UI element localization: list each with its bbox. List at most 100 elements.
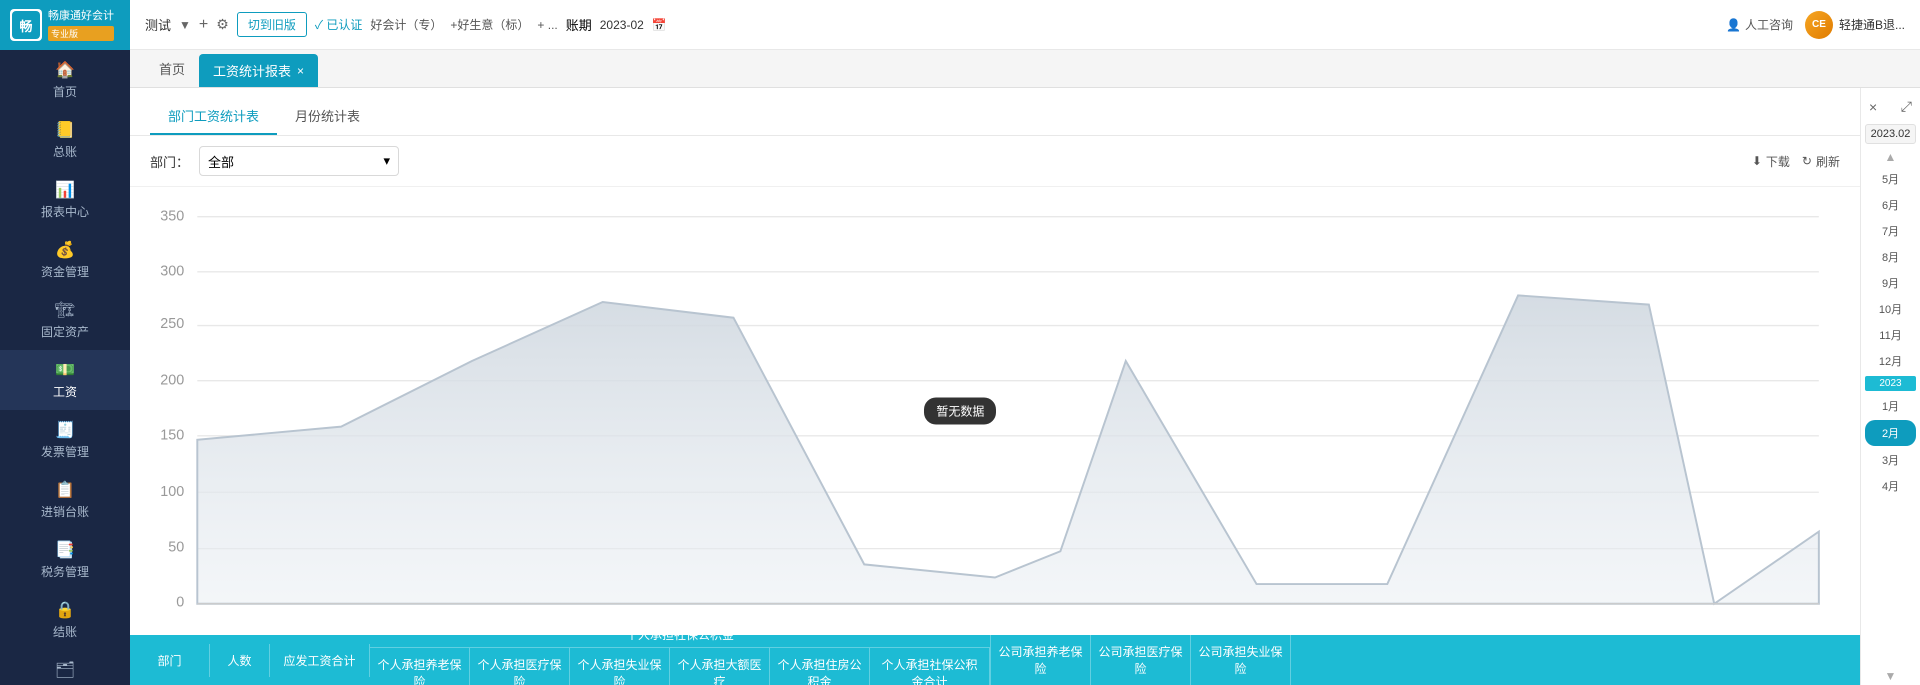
dept-select-value: 全部 [208,152,234,171]
tab-home[interactable]: 首页 [145,52,199,87]
refresh-icon: ↻ [1802,154,1812,168]
sidebar-item-label-funds: 资金管理 [41,263,89,280]
chart-svg: 350 300 250 200 150 100 50 0 [145,197,1845,630]
col-total-salary: 应发工资合计 [270,644,370,677]
dept-dropdown-icon: ▾ [383,153,390,169]
sidebar-item-label-sales: 进销台账 [41,503,89,520]
month-nav-up[interactable]: ▲ [1861,148,1920,166]
month-5[interactable]: 5月 [1861,166,1920,192]
page-content: 部门工资统计表 月份统计表 部门： 全部 ▾ ⬇ 下载 ↻ 刷新 [130,88,1860,685]
fixed-assets-icon: 🏗 [55,300,75,320]
calendar-btn[interactable]: 📅 [652,18,667,32]
sidebar-item-label-home: 首页 [53,83,77,100]
year-selector: 2023.02 [1861,120,1920,148]
period-label: 账期 [566,15,592,34]
tabs-bar: 首页 工资统计报表 × [130,50,1920,88]
sidebar-item-archives[interactable]: 🗂 归档管理 [0,650,130,685]
download-btn[interactable]: ⬇ 下载 [1752,153,1790,170]
year-input[interactable]: 2023.02 [1865,124,1916,144]
status-etc: + ... [537,18,557,32]
svg-text:250: 250 [160,316,184,332]
month-3[interactable]: 3月 [1861,447,1920,473]
avatar: CE [1805,11,1833,39]
sidebar-item-tax[interactable]: 📑 税务管理 [0,530,130,590]
month-nav-down[interactable]: ▼ [1861,667,1920,685]
topbar-status: ✓ 已认证 好会计（专） +好生意（标） + ... [315,16,558,33]
tab-close-btn[interactable]: × [297,64,304,78]
col-personal-medical: 个人承担医疗保险 [470,648,570,685]
col-personal-unemployment: 个人承担失业保险 [570,648,670,685]
month-12[interactable]: 12月 [1861,348,1920,374]
sidebar-item-label-payroll: 工资 [53,383,77,400]
topbar-right: 👤 人工咨询 CE 轻捷通B退... [1726,11,1905,39]
sidebar-item-general-ledger[interactable]: 📒 总账 [0,110,130,170]
main-content: 测试 ▼ + ⚙ 切到旧版 ✓ 已认证 好会计（专） +好生意（标） + ...… [130,0,1920,685]
col-company-pension: 公司承担养老保险 [991,635,1091,685]
logo-icon: 畅 [10,9,42,41]
help-icon: 👤 [1726,18,1741,32]
add-company-btn[interactable]: + [199,16,208,34]
panel-close-btn[interactable]: × [1869,98,1877,115]
dept-select[interactable]: 全部 ▾ [199,146,399,176]
svg-text:150: 150 [160,428,184,444]
refresh-label: 刷新 [1816,153,1840,170]
svg-text:50: 50 [168,539,184,555]
sub-tab-dept[interactable]: 部门工资统计表 [150,98,277,135]
svg-text:畅: 畅 [19,19,32,34]
tab-payroll-report[interactable]: 工资统计报表 × [199,54,318,87]
month-9[interactable]: 9月 [1861,270,1920,296]
sidebar-item-label-reports: 报表中心 [41,203,89,220]
sidebar-item-funds[interactable]: 💰 资金管理 [0,230,130,290]
sidebar-item-reports[interactable]: 📊 报表中心 [0,170,130,230]
sidebar-logo: 畅 畅康通好会计 专业版 [0,0,130,50]
month-2-active[interactable]: 2月 [1865,420,1916,446]
col-personal-total: 个人承担社保公积金合计 [870,648,990,685]
col-dept: 部门 [130,644,210,677]
sidebar-item-label-ledger: 总账 [53,143,77,160]
help-label: 人工咨询 [1745,16,1793,33]
invoices-icon: 🧾 [55,420,75,440]
sidebar-nav: 🏠 首页 📒 总账 📊 报表中心 💰 资金管理 🏗 固定资产 💵 工资 🧾 发票… [0,50,130,685]
company-dropdown-btn[interactable]: ▼ [179,18,191,32]
month-1[interactable]: 1月 [1861,393,1920,419]
svg-text:200: 200 [160,373,184,389]
good-accounting-status: 好会计（专） [370,16,442,33]
period-value: 2023-02 [600,18,644,32]
sidebar-item-closing[interactable]: 🔒 结账 [0,590,130,650]
sidebar-item-fixed-assets[interactable]: 🏗 固定资产 [0,290,130,350]
certified-status: ✓ 已认证 [315,16,363,33]
sidebar-item-sales[interactable]: 📋 进销台账 [0,470,130,530]
month-11[interactable]: 11月 [1861,322,1920,348]
old-version-btn[interactable]: 切到旧版 [237,12,307,37]
col-headcount: 人数 [210,644,270,677]
user-name: 轻捷通B退... [1839,16,1905,33]
sidebar-item-payroll[interactable]: 💵 工资 [0,350,130,410]
refresh-btn[interactable]: ↻ 刷新 [1802,153,1840,170]
month-7[interactable]: 7月 [1861,218,1920,244]
help-btn[interactable]: 👤 人工咨询 [1726,16,1793,33]
logo-badge: 专业版 [48,26,114,41]
user-menu[interactable]: CE 轻捷通B退... [1805,11,1905,39]
month-4[interactable]: 4月 [1861,473,1920,499]
month-6[interactable]: 6月 [1861,192,1920,218]
month-8[interactable]: 8月 [1861,244,1920,270]
dept-label: 部门： [150,152,189,171]
tab-label: 工资统计报表 [213,61,291,80]
panel-expand-btn[interactable]: ⤢ [1901,98,1912,115]
col-company-medical: 公司承担医疗保险 [1091,635,1191,685]
chart-toolbar: 部门： 全部 ▾ ⬇ 下载 ↻ 刷新 [130,136,1860,187]
col-personal-housing: 个人承担住房公积金 [770,648,870,685]
sidebar-item-home[interactable]: 🏠 首页 [0,50,130,110]
sidebar-item-label-closing: 结账 [53,623,77,640]
ledger-icon: 📒 [55,120,75,140]
month-10[interactable]: 10月 [1861,296,1920,322]
sidebar-item-invoices[interactable]: 🧾 发票管理 [0,410,130,470]
sub-tab-monthly[interactable]: 月份统计表 [277,98,378,135]
personal-group-title: 个人承担社保公积金 [370,635,990,648]
col-personal-pension: 个人承担养老保险 [370,648,470,685]
download-label: 下载 [1766,153,1790,170]
good-biz-status: +好生意（标） [450,16,529,33]
right-panel: × ⤢ 2023.02 ▲ 5月 6月 7月 8月 9月 10月 11月 12月… [1860,88,1920,685]
archives-icon: 🗂 [55,660,75,680]
topbar-settings-btn[interactable]: ⚙ [216,16,229,33]
